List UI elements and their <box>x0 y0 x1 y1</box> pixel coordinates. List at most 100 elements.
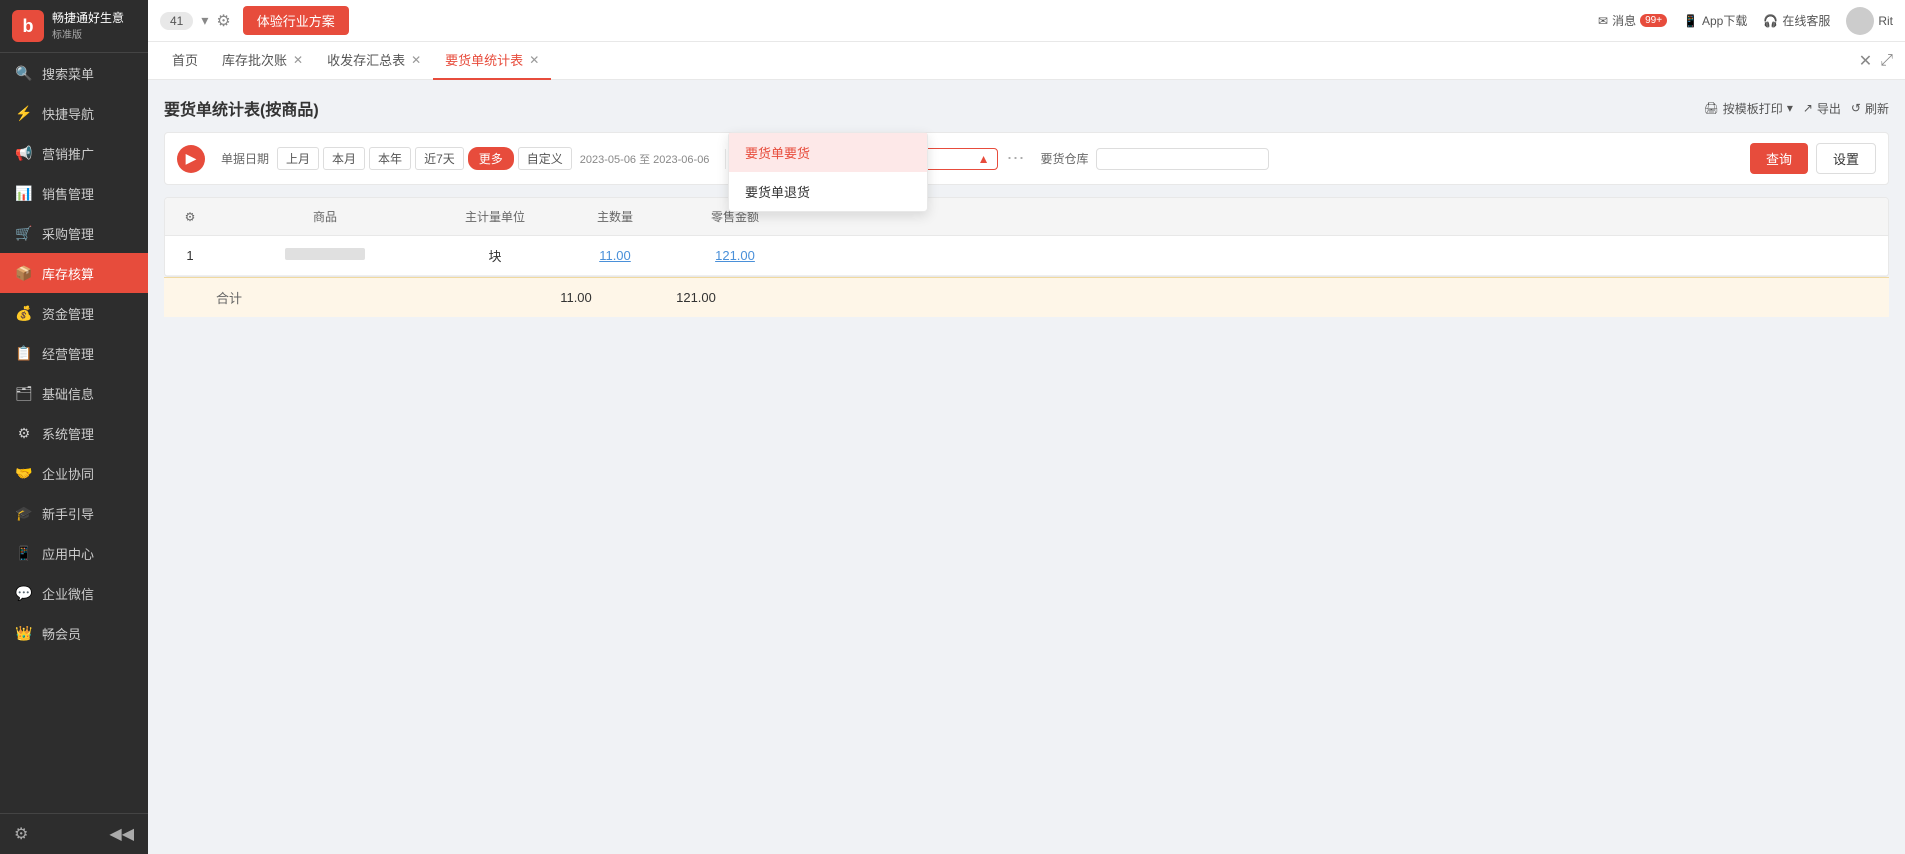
footer-settings-icon[interactable]: ⚙ <box>14 824 28 844</box>
qty-link[interactable]: 11.00 <box>599 248 631 263</box>
tab-order-stats-close[interactable]: ✕ <box>529 53 539 67</box>
amount-link[interactable]: 121.00 <box>715 248 755 263</box>
sidebar-item-finance[interactable]: 💰 资金管理 <box>0 293 148 333</box>
chart-icon: 📊 <box>14 183 34 203</box>
page-actions: 🖨 按模板打印 ▾ ↗ 导出 ↺ 刷新 <box>1704 100 1889 117</box>
sidebar-item-search[interactable]: 🔍 搜索菜单 <box>0 53 148 93</box>
topbar-count: 41 <box>160 12 193 30</box>
tab-close-all-btn[interactable]: ✕ <box>1859 51 1872 71</box>
main-content: 41 ▾ ⚙ 体验行业方案 ✉ 消息 99+ 📱 App下载 🎧 在线客服 Ri… <box>148 0 1905 854</box>
avatar <box>1846 7 1874 35</box>
sidebar-item-newguide[interactable]: 🎓 新手引导 <box>0 493 148 533</box>
sidebar-item-marketing[interactable]: 📢 营销推广 <box>0 133 148 173</box>
sidebar-item-inventory[interactable]: 📦 库存核算 <box>0 253 148 293</box>
export-label: 导出 <box>1817 100 1841 117</box>
table-row: 1 块 11.00 121.00 <box>165 236 1888 276</box>
td-product <box>215 236 435 276</box>
warehouse-filter-input[interactable] <box>1096 148 1269 170</box>
cart-icon: 🛒 <box>14 223 34 243</box>
tab-expand-btn[interactable]: ⤢ <box>1880 52 1893 70</box>
date-filter-group: 单据日期 上月 本月 本年 近7天 更多 自定义 2023-05-06 至 20… <box>221 147 709 170</box>
tabs-actions: ✕ ⤢ <box>1859 51 1893 71</box>
sidebar-item-enterprise[interactable]: 🤝 企业协同 <box>0 453 148 493</box>
date-btn-last-month[interactable]: 上月 <box>277 147 319 170</box>
sidebar-item-system-label: 系统管理 <box>42 424 94 443</box>
sidebar-footer: ⚙ ◀◀ <box>0 813 148 854</box>
sidebar-item-search-label: 搜索菜单 <box>42 64 94 83</box>
tab-receipt-summary[interactable]: 收发存汇总表 ✕ <box>315 42 433 80</box>
tabs-bar: 首页 库存批次账 ✕ 收发存汇总表 ✕ 要货单统计表 ✕ ✕ ⤢ <box>148 42 1905 80</box>
td-qty: 11.00 <box>555 236 675 276</box>
sidebar-item-purchase[interactable]: 🛒 采购管理 <box>0 213 148 253</box>
user-avatar-area[interactable]: Rit <box>1846 7 1893 35</box>
sidebar-item-system[interactable]: ⚙ 系统管理 <box>0 413 148 453</box>
messages-label: 消息 <box>1612 12 1636 29</box>
app-download-icon: 📱 <box>1683 14 1698 28</box>
refresh-label: 刷新 <box>1865 100 1889 117</box>
sidebar-item-quicknav-label: 快捷导航 <box>42 104 94 123</box>
warehouse-filter-group: 要货仓库 <box>1040 148 1269 170</box>
filter-settings-btn[interactable]: 设置 <box>1816 143 1876 174</box>
online-service-btn[interactable]: 🎧 在线客服 <box>1763 12 1830 29</box>
sidebar-item-quicknav[interactable]: ⚡ 快捷导航 <box>0 93 148 133</box>
sidebar-item-wechat-label: 企业微信 <box>42 584 94 603</box>
td-extra <box>795 236 1888 276</box>
type-filter-more[interactable]: ⋯ <box>1006 148 1024 169</box>
sidebar-item-basicinfo[interactable]: 🗂 基础信息 <box>0 373 148 413</box>
filter-bar: ▶ 单据日期 上月 本月 本年 近7天 更多 自定义 2023-05-06 至 … <box>164 132 1889 185</box>
messages-btn[interactable]: ✉ 消息 99+ <box>1598 12 1667 29</box>
dropdown-item-return[interactable]: 要货单退货 <box>729 172 927 211</box>
app-name: 畅捷通好生意 <box>52 11 124 27</box>
th-settings[interactable]: ⚙ <box>165 198 215 236</box>
sidebar-item-sales-label: 销售管理 <box>42 184 94 203</box>
date-btn-more[interactable]: 更多 <box>468 147 514 170</box>
table-settings-icon[interactable]: ⚙ <box>185 210 196 224</box>
refresh-icon: ↺ <box>1851 101 1861 115</box>
trial-btn[interactable]: 体验行业方案 <box>243 6 349 35</box>
print-label: 按模板打印 <box>1723 100 1783 117</box>
type-dropdown-menu: 要货单要货 要货单退货 <box>728 132 928 212</box>
date-btns: 上月 本月 本年 近7天 更多 自定义 <box>277 147 572 170</box>
topbar-dropdown-arrow[interactable]: ▾ <box>201 12 208 29</box>
tab-inventory-batch[interactable]: 库存批次账 ✕ <box>210 42 315 80</box>
tab-home[interactable]: 首页 <box>160 42 210 80</box>
refresh-btn[interactable]: ↺ 刷新 <box>1851 100 1889 117</box>
print-btn[interactable]: 🖨 按模板打印 ▾ <box>1704 100 1793 117</box>
sidebar-item-appcenter[interactable]: 📱 应用中心 <box>0 533 148 573</box>
sidebar-item-member[interactable]: 👑 畅会员 <box>0 613 148 653</box>
sidebar-item-operations[interactable]: 📋 经营管理 <box>0 333 148 373</box>
sidebar-item-sales[interactable]: 📊 销售管理 <box>0 173 148 213</box>
tab-order-stats[interactable]: 要货单统计表 ✕ <box>433 42 551 80</box>
sidebar-item-wechat[interactable]: 💬 企业微信 <box>0 573 148 613</box>
footer-total-label: 合计 <box>176 288 396 307</box>
type-select-arrow-up: ▲ <box>978 152 990 166</box>
export-btn[interactable]: ↗ 导出 <box>1803 100 1841 117</box>
page-title-bar: 要货单统计表(按商品) 🖨 按模板打印 ▾ ↗ 导出 ↺ 刷新 <box>164 96 1889 120</box>
crown-icon: 👑 <box>14 623 34 643</box>
filter-expand-btn[interactable]: ▶ <box>177 145 205 173</box>
tab-receipt-summary-label: 收发存汇总表 <box>327 50 405 69</box>
expand-icon: ▶ <box>186 150 197 167</box>
sidebar-item-finance-label: 资金管理 <box>42 304 94 323</box>
td-amount: 121.00 <box>675 236 795 276</box>
tab-inventory-batch-close[interactable]: ✕ <box>293 53 303 67</box>
date-btn-custom[interactable]: 自定义 <box>518 147 572 170</box>
app-download-btn[interactable]: 📱 App下载 <box>1683 12 1747 29</box>
date-btn-this-month[interactable]: 本月 <box>323 147 365 170</box>
tab-receipt-summary-close[interactable]: ✕ <box>411 53 421 67</box>
date-btn-7days[interactable]: 近7天 <box>415 147 464 170</box>
warehouse-filter-label: 要货仓库 <box>1040 150 1088 167</box>
user-name: Rit <box>1878 14 1893 28</box>
topbar-settings-icon[interactable]: ⚙ <box>216 11 230 31</box>
sidebar-item-inventory-label: 库存核算 <box>42 264 94 283</box>
dropdown-item-order[interactable]: 要货单要货 <box>729 133 927 172</box>
app-logo: b 畅捷通好生意 标准版 <box>0 0 148 53</box>
print-arrow: ▾ <box>1787 101 1793 115</box>
print-icon: 🖨 <box>1704 101 1719 115</box>
page-content: 要货单统计表(按商品) 🖨 按模板打印 ▾ ↗ 导出 ↺ 刷新 <box>148 80 1905 854</box>
date-btn-this-year[interactable]: 本年 <box>369 147 411 170</box>
tab-home-label: 首页 <box>172 50 198 69</box>
sidebar-collapse-btn[interactable]: ◀◀ <box>109 824 134 844</box>
filter-divider-1 <box>725 149 726 169</box>
query-btn[interactable]: 查询 <box>1750 143 1808 174</box>
